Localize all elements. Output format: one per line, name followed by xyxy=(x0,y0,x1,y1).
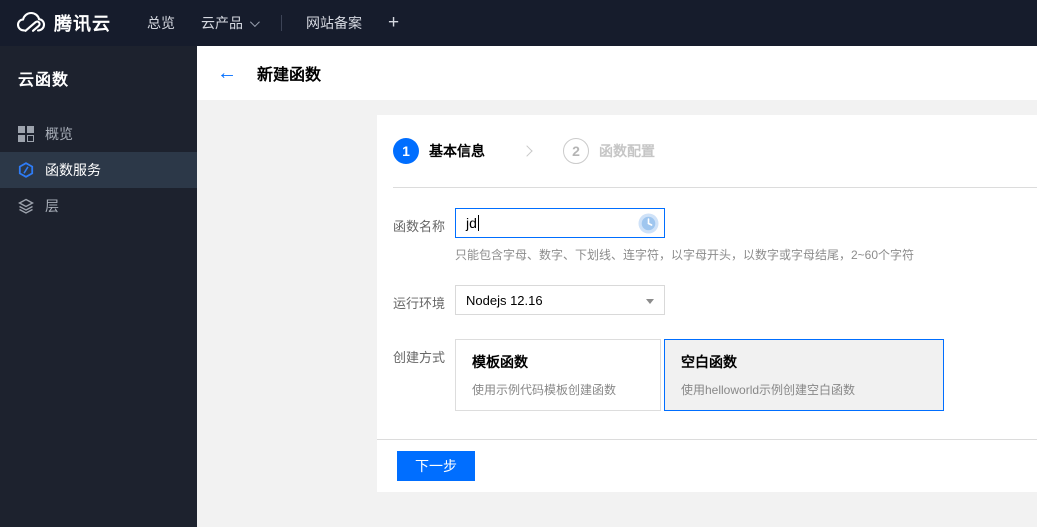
sidebar-item-overview[interactable]: 概览 xyxy=(0,116,197,152)
sidebar-item-label: 层 xyxy=(45,198,59,214)
function-name-help: 只能包含字母、数字、下划线、连字符，以字母开头，以数字或字母结尾，2~60个字符 xyxy=(455,248,915,262)
chevron-down-icon xyxy=(249,16,260,27)
function-name-input[interactable]: jd xyxy=(455,208,665,238)
create-function-card: 1 基本信息 2 函数配置 函数名称 jd 只能包含字母、数字、下划线、连字符，… xyxy=(377,115,1037,492)
text-cursor xyxy=(477,215,479,231)
nav-item-website-record[interactable]: 网站备案 xyxy=(306,13,362,33)
step-label: 函数配置 xyxy=(599,143,655,159)
sidebar-item-layers[interactable]: 层 xyxy=(0,188,197,224)
topbar-nav: 总览 云产品 网站备案 + xyxy=(111,12,399,34)
step-function-config: 2 函数配置 xyxy=(563,138,655,164)
grid-icon xyxy=(18,126,34,142)
step-indicator: 1 基本信息 2 函数配置 xyxy=(377,115,1037,187)
function-service-icon xyxy=(18,162,34,178)
back-button[interactable]: ← xyxy=(217,63,237,83)
select-caret-icon xyxy=(646,299,654,304)
brand-name: 腾讯云 xyxy=(54,14,111,34)
step-label: 基本信息 xyxy=(429,143,485,159)
sidebar: 云函数 概览 函数服务 层 xyxy=(0,46,197,527)
method-card-desc: 使用helloworld示例创建空白函数 xyxy=(681,383,856,397)
card-footer: 下一步 xyxy=(377,440,1037,492)
method-card-title: 模板函数 xyxy=(472,354,528,370)
sidebar-item-function-service[interactable]: 函数服务 xyxy=(0,152,197,188)
method-card-template-function[interactable]: 模板函数 使用示例代码模板创建函数 xyxy=(455,339,661,411)
tencent-cloud-logo-icon xyxy=(16,11,46,35)
layers-icon xyxy=(18,198,34,214)
method-card-desc: 使用示例代码模板创建函数 xyxy=(472,383,617,397)
method-card-blank-function[interactable]: 空白函数 使用helloworld示例创建空白函数 xyxy=(664,339,944,411)
basic-info-form: 函数名称 jd 只能包含字母、数字、下划线、连字符，以字母开头，以数字或字母结尾… xyxy=(377,188,1037,439)
topbar-divider xyxy=(281,15,282,31)
creation-method-row: 创建方式 模板函数 使用示例代码模板创建函数 空白函数 使用helloworld… xyxy=(393,339,1037,411)
chevron-right-icon xyxy=(521,145,533,157)
creation-method-label: 创建方式 xyxy=(393,350,446,365)
step-number: 1 xyxy=(393,138,419,164)
sidebar-item-label: 函数服务 xyxy=(45,162,101,178)
sidebar-title: 云函数 xyxy=(18,72,70,89)
creation-method-options: 模板函数 使用示例代码模板创建函数 空白函数 使用helloworld示例创建空… xyxy=(455,339,944,411)
method-card-title: 空白函数 xyxy=(681,354,737,370)
nav-item-cloud-products-label: 云产品 xyxy=(201,15,243,31)
page-header: ← 新建函数 xyxy=(197,46,1037,100)
next-step-button[interactable]: 下一步 xyxy=(397,451,475,481)
nav-item-cloud-products[interactable]: 云产品 xyxy=(201,13,260,33)
page-title: 新建函数 xyxy=(257,67,322,84)
sidebar-item-label: 概览 xyxy=(45,126,73,142)
brand-logo[interactable]: 腾讯云 xyxy=(0,10,111,36)
add-nav-button[interactable]: + xyxy=(388,12,399,34)
runtime-row: 运行环境 Nodejs 12.16 xyxy=(393,285,1037,315)
runtime-label: 运行环境 xyxy=(393,296,446,311)
function-name-value: jd xyxy=(466,215,477,231)
function-name-label: 函数名称 xyxy=(393,219,446,234)
sidebar-menu: 概览 函数服务 层 xyxy=(0,116,197,224)
runtime-select[interactable]: Nodejs 12.16 xyxy=(455,285,665,315)
runtime-value: Nodejs 12.16 xyxy=(466,292,543,308)
nav-item-overview[interactable]: 总览 xyxy=(147,13,175,33)
function-name-row: 函数名称 jd 只能包含字母、数字、下划线、连字符，以字母开头，以数字或字母结尾… xyxy=(393,208,1037,263)
content-area: 1 基本信息 2 函数配置 函数名称 jd 只能包含字母、数字、下划线、连字符，… xyxy=(197,100,1037,527)
step-number: 2 xyxy=(563,138,589,164)
step-basic-info: 1 基本信息 xyxy=(393,138,485,164)
topbar: 腾讯云 总览 云产品 网站备案 + xyxy=(0,0,1037,46)
clock-icon[interactable] xyxy=(638,213,659,234)
